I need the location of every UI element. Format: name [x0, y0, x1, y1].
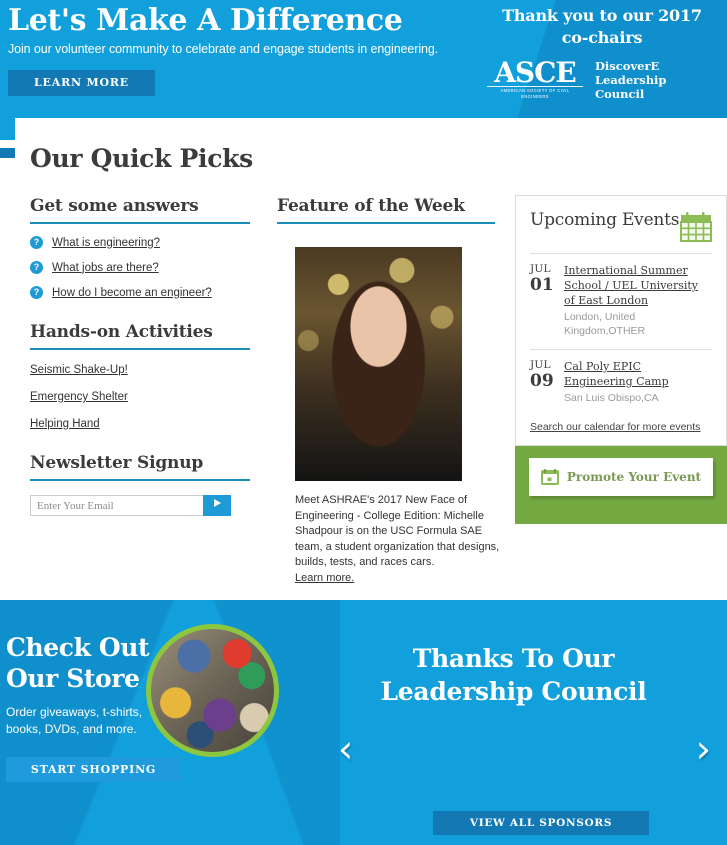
- hero-left-content: Let's Make A Difference Join our volunte…: [8, 2, 498, 96]
- hero-subtitle: Join our volunteer community to celebrat…: [8, 42, 439, 56]
- activity-link[interactable]: Emergency Shelter: [30, 391, 250, 403]
- quick-picks-columns: Get some answers ? What is engineering? …: [15, 195, 727, 586]
- activity-link[interactable]: Helping Hand: [30, 418, 250, 430]
- events-divider: [530, 349, 712, 350]
- event-date: JUL 09: [530, 359, 564, 405]
- cochairs-line-1: Thank you to our 2017: [502, 6, 702, 25]
- sponsors-title: Thanks To Our Leadership Council: [300, 642, 727, 708]
- sponsors-title-line-1: Thanks To Our: [412, 644, 615, 673]
- dcl-line-2: Leadership Council: [594, 73, 667, 101]
- cochairs-block: Thank you to our 2017 co-chairs ASCE AME…: [487, 5, 717, 101]
- question-mark-icon: ?: [30, 236, 43, 249]
- left-accent-strip: [0, 112, 15, 140]
- event-location: London, United Kingdom,OTHER: [564, 311, 646, 337]
- page-title: Our Quick Picks: [30, 144, 253, 173]
- learn-more-button[interactable]: LEARN MORE: [8, 70, 155, 96]
- event-item[interactable]: JUL 09 Cal Poly EPIC Engineering Camp Sa…: [530, 359, 712, 405]
- feature-caption-text: Meet ASHRAE's 2017 New Face of Engineeri…: [295, 494, 500, 568]
- quick-picks-panel: Our Quick Picks Get some answers ? What …: [15, 118, 727, 598]
- answers-list: ? What is engineering? ? What jobs are t…: [30, 236, 250, 299]
- cochair-logos: ASCE AMERICAN SOCIETY OF CIVIL ENGINEERS…: [487, 55, 717, 101]
- activities-list: Seismic Shake-Up! Emergency Shelter Help…: [30, 364, 250, 430]
- dcl-line-1: DiscoverE: [594, 59, 660, 73]
- promote-event-label: Promote Your Event: [566, 470, 702, 484]
- question-mark-icon: ?: [30, 286, 43, 299]
- newsletter-signup-heading: Newsletter Signup: [30, 452, 250, 481]
- play-arrow-icon: [214, 499, 221, 507]
- event-body: International Summer School / UEL Univer…: [564, 263, 712, 338]
- newsletter-form: [30, 495, 250, 516]
- promote-event-banner: Promote Your Event: [515, 446, 727, 524]
- upcoming-events-card: Upcoming Events JUL 01 International Sum…: [515, 195, 727, 446]
- activity-link[interactable]: Seismic Shake-Up!: [30, 364, 250, 376]
- asce-wordmark: ASCE: [494, 55, 577, 89]
- asce-divider: [487, 85, 583, 87]
- store-products-image[interactable]: [146, 624, 279, 757]
- event-title-link[interactable]: Cal Poly EPIC Engineering Camp: [564, 359, 712, 389]
- chevron-right-icon[interactable]: ›: [696, 730, 711, 768]
- feature-caption: Meet ASHRAE's 2017 New Face of Engineeri…: [295, 493, 503, 586]
- feature-image: [295, 247, 462, 481]
- sponsors-title-line-2: Leadership Council: [380, 677, 647, 706]
- bottom-band: Check Out Our Store Order giveaways, t-s…: [0, 600, 727, 845]
- sponsors-carousel: Thanks To Our Leadership Council ‹ › VIE…: [300, 600, 727, 845]
- event-location: San Luis Obispo,CA: [564, 392, 659, 404]
- newsletter-submit-button[interactable]: [203, 495, 231, 516]
- get-some-answers-heading: Get some answers: [30, 195, 250, 224]
- events-column: Upcoming Events JUL 01 International Sum…: [515, 195, 727, 586]
- homepage: Let's Make A Difference Join our volunte…: [0, 0, 727, 845]
- answer-link[interactable]: What is engineering?: [52, 237, 160, 249]
- hero-title: Let's Make A Difference: [8, 3, 403, 38]
- discovere-leadership-council-logo: DiscoverE Leadership Council: [595, 59, 717, 101]
- event-date: JUL 01: [530, 263, 564, 338]
- event-title-link[interactable]: International Summer School / UEL Univer…: [564, 263, 712, 308]
- answer-link[interactable]: How do I become an engineer?: [52, 287, 212, 299]
- start-shopping-button[interactable]: START SHOPPING: [6, 757, 181, 782]
- event-day: 01: [530, 275, 554, 295]
- newsletter-section: Newsletter Signup: [30, 452, 250, 516]
- email-field[interactable]: [30, 495, 203, 516]
- events-header: Upcoming Events: [530, 210, 712, 242]
- question-mark-icon: ?: [30, 261, 43, 274]
- feature-column: Feature of the Week Meet ASHRAE's 2017 N…: [277, 195, 499, 586]
- search-calendar-link[interactable]: Search our calendar for more events: [530, 421, 712, 433]
- asce-tagline: AMERICAN SOCIETY OF CIVIL ENGINEERS: [500, 87, 570, 99]
- list-item[interactable]: ? How do I become an engineer?: [30, 286, 250, 299]
- calendar-icon: [680, 212, 712, 242]
- events-divider: [530, 253, 712, 254]
- links-column: Get some answers ? What is engineering? …: [30, 195, 250, 586]
- upcoming-events-heading: Upcoming Events: [530, 210, 680, 230]
- feature-learn-more-link[interactable]: Learn more.: [295, 572, 354, 584]
- cochairs-line-2: co-chairs: [561, 28, 643, 47]
- chevron-left-icon[interactable]: ‹: [338, 730, 353, 768]
- event-day: 09: [530, 371, 554, 391]
- hero-banner: Let's Make A Difference Join our volunte…: [0, 0, 727, 118]
- promote-your-event-button[interactable]: Promote Your Event: [529, 458, 713, 496]
- activities-section: Hands-on Activities Seismic Shake-Up! Em…: [30, 321, 250, 430]
- asce-logo: ASCE AMERICAN SOCIETY OF CIVIL ENGINEERS: [487, 55, 583, 100]
- left-accent-strip-dark: [0, 148, 15, 158]
- feature-of-the-week-heading: Feature of the Week: [277, 195, 495, 224]
- event-item[interactable]: JUL 01 International Summer School / UEL…: [530, 263, 712, 338]
- calendar-small-icon: [540, 468, 559, 485]
- list-item[interactable]: ? What is engineering?: [30, 236, 250, 249]
- list-item[interactable]: ? What jobs are there?: [30, 261, 250, 274]
- event-body: Cal Poly EPIC Engineering Camp San Luis …: [564, 359, 712, 405]
- answer-link[interactable]: What jobs are there?: [52, 262, 159, 274]
- view-all-sponsors-button[interactable]: VIEW ALL SPONSORS: [433, 811, 649, 835]
- hands-on-activities-heading: Hands-on Activities: [30, 321, 250, 350]
